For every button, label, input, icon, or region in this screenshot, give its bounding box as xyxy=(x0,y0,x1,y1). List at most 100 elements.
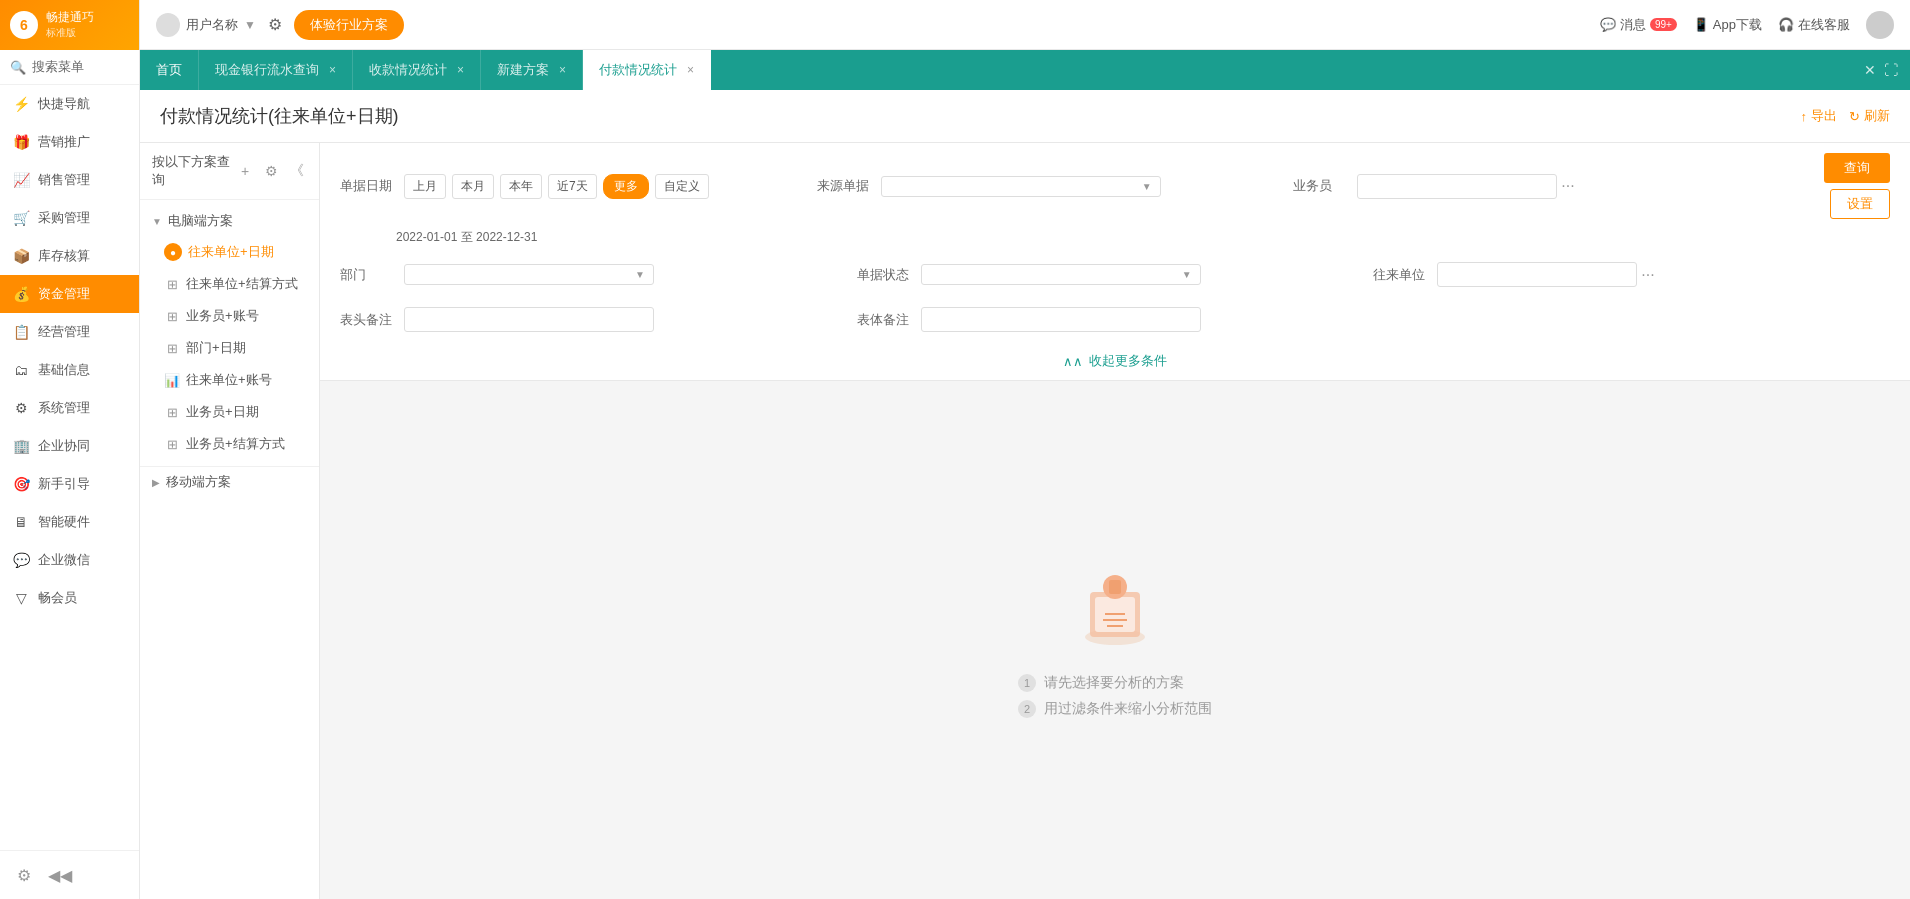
scheme-item-staff-settle[interactable]: ⊞ 业务员+结算方式 xyxy=(140,428,319,460)
scheme-item-partner-date[interactable]: ● 往来单位+日期 xyxy=(140,236,319,268)
sidebar-item-system[interactable]: ⚙ 系统管理 xyxy=(0,389,139,427)
scheme-settings-btn[interactable]: ⚙ xyxy=(261,161,281,181)
filter-voucher-select[interactable]: ▼ xyxy=(921,264,1201,285)
tab-new-scheme-close[interactable]: × xyxy=(559,63,566,77)
search-icon: 🔍 xyxy=(10,60,26,75)
tab-payment-stats-close[interactable]: × xyxy=(687,63,694,77)
sidebar-item-operation[interactable]: 📋 经营管理 xyxy=(0,313,139,351)
sidebar-item-label: 基础信息 xyxy=(38,361,90,379)
tab-receipt-stats-close[interactable]: × xyxy=(457,63,464,77)
search-menu[interactable]: 🔍 搜索菜单 xyxy=(0,50,139,85)
filter-partner-label: 往来单位 xyxy=(1373,266,1429,284)
marketing-icon: 🎁 xyxy=(12,133,30,151)
filter-staff-input[interactable] xyxy=(1357,174,1557,199)
query-btn[interactable]: 查询 xyxy=(1824,153,1890,183)
online-service-btn[interactable]: 🎧 在线客服 xyxy=(1778,16,1850,34)
tab-home-label: 首页 xyxy=(156,61,182,79)
filter-dept-section: 部门 ▼ xyxy=(340,264,857,285)
scheme-item-label: 往来单位+日期 xyxy=(188,243,274,261)
sidebar-item-vip[interactable]: ▽ 畅会员 xyxy=(0,579,139,617)
filter-settings-btn[interactable]: 设置 xyxy=(1830,189,1890,219)
sidebar-item-hardware[interactable]: 🖥 智能硬件 xyxy=(0,503,139,541)
filter-partner-input[interactable] xyxy=(1437,262,1637,287)
refresh-btn[interactable]: ↻ 刷新 xyxy=(1849,107,1890,125)
scheme-add-btn[interactable]: + xyxy=(235,161,255,181)
sidebar-item-finance[interactable]: 💰 资金管理 xyxy=(0,275,139,313)
scheme-group-desktop-header[interactable]: ▼ 电脑端方案 xyxy=(140,206,319,236)
date-btn-7days[interactable]: 近7天 xyxy=(548,174,597,199)
page-title: 付款情况统计(往来单位+日期) xyxy=(160,104,399,128)
filter-container: 单据日期 上月 本月 本年 近7天 更多 自定义 xyxy=(320,143,1910,381)
filter-body-note-input[interactable] xyxy=(921,307,1201,332)
trial-btn[interactable]: 体验行业方案 xyxy=(294,10,404,40)
tab-fullscreen-btn[interactable]: ⛶ xyxy=(1884,62,1898,78)
scheme-item-partner-settle[interactable]: ⊞ 往来单位+结算方式 xyxy=(140,268,319,300)
filter-actions: 查询 设置 xyxy=(1770,153,1890,219)
scheme-mobile-group-header[interactable]: ▶ 移动端方案 xyxy=(140,466,319,497)
filter-date-btns: 上月 本月 本年 近7天 更多 自定义 xyxy=(404,174,709,199)
scheme-collapse-btn[interactable]: 《 xyxy=(287,161,307,181)
sidebar-item-sales[interactable]: 📈 销售管理 xyxy=(0,161,139,199)
sidebar: 6 畅捷通巧 标准版 🔍 搜索菜单 ⚡ 快捷导航 🎁 营销推广 📈 销售管理 🛒… xyxy=(0,0,140,899)
tab-receipt-stats[interactable]: 收款情况统计 × xyxy=(353,50,481,90)
export-btn[interactable]: ↑ 导出 xyxy=(1801,107,1838,125)
page-content: 付款情况统计(往来单位+日期) ↑ 导出 ↻ 刷新 按以下方案查询 xyxy=(140,90,1910,899)
scheme-item-partner-account[interactable]: 📊 往来单位+账号 xyxy=(140,364,319,396)
sidebar-item-quick-nav[interactable]: ⚡ 快捷导航 xyxy=(0,85,139,123)
date-btn-this-year[interactable]: 本年 xyxy=(500,174,542,199)
date-btn-more[interactable]: 更多 xyxy=(603,174,649,199)
filter-source-select[interactable]: ▼ xyxy=(881,176,1161,197)
date-btn-last-month[interactable]: 上月 xyxy=(404,174,446,199)
sidebar-item-base-info[interactable]: 🗂 基础信息 xyxy=(0,351,139,389)
filter-staff-dots-icon[interactable]: ··· xyxy=(1561,177,1574,195)
svg-rect-4 xyxy=(1109,580,1121,594)
sidebar-item-marketing[interactable]: 🎁 营销推广 xyxy=(0,123,139,161)
empty-tip-2: 2 用过滤条件来缩小分析范围 xyxy=(1018,700,1212,718)
collapse-more-conditions-btn[interactable]: ∧∧ 收起更多条件 xyxy=(320,342,1910,380)
sidebar-item-purchase[interactable]: 🛒 采购管理 xyxy=(0,199,139,237)
messages-btn[interactable]: 💬 消息 99+ xyxy=(1600,16,1677,34)
page-actions: ↑ 导出 ↻ 刷新 xyxy=(1801,107,1891,125)
filter-dept-select[interactable]: ▼ xyxy=(404,264,654,285)
filter-header-note-input[interactable] xyxy=(404,307,654,332)
sidebar-item-inventory[interactable]: 📦 库存核算 xyxy=(0,237,139,275)
topbar-settings-icon[interactable]: ⚙ xyxy=(268,15,282,34)
scheme-item-table-icon: ⊞ xyxy=(164,436,180,452)
topbar-user-pic[interactable] xyxy=(1866,11,1894,39)
filter-voucher-label: 单据状态 xyxy=(857,266,913,284)
tab-home[interactable]: 首页 xyxy=(140,50,199,90)
refresh-label: 刷新 xyxy=(1864,107,1890,125)
topbar-user[interactable]: 用户名称 ▼ xyxy=(156,13,256,37)
tab-payment-stats[interactable]: 付款情况统计 × xyxy=(583,50,711,90)
scheme-desktop-group: ▼ 电脑端方案 ● 往来单位+日期 ⊞ 往来单位+结算方式 ⊞ xyxy=(140,200,319,466)
filter-row-1: 单据日期 上月 本月 本年 近7天 更多 自定义 xyxy=(320,143,1910,229)
date-btn-this-month[interactable]: 本月 xyxy=(452,174,494,199)
footer-settings-btn[interactable]: ⚙ xyxy=(10,861,38,889)
online-service-label: 在线客服 xyxy=(1798,16,1850,34)
app-download-btn[interactable]: 📱 App下载 xyxy=(1693,16,1762,34)
sidebar-item-label: 经营管理 xyxy=(38,323,90,341)
service-icon: 🎧 xyxy=(1778,17,1794,32)
footer-collapse-btn[interactable]: ◀◀ xyxy=(46,861,74,889)
sidebar-item-guide[interactable]: 🎯 新手引导 xyxy=(0,465,139,503)
tab-bank-flow[interactable]: 现金银行流水查询 × xyxy=(199,50,353,90)
sidebar-item-label: 采购管理 xyxy=(38,209,90,227)
messages-label: 消息 xyxy=(1620,16,1646,34)
scheme-item-staff-date[interactable]: ⊞ 业务员+日期 xyxy=(140,396,319,428)
tab-bank-flow-close[interactable]: × xyxy=(329,63,336,77)
tab-new-scheme[interactable]: 新建方案 × xyxy=(481,50,583,90)
date-btn-custom[interactable]: 自定义 xyxy=(655,174,709,199)
scheme-item-dept-date[interactable]: ⊞ 部门+日期 xyxy=(140,332,319,364)
wechat-icon: 💬 xyxy=(12,551,30,569)
sidebar-item-enterprise[interactable]: 🏢 企业协同 xyxy=(0,427,139,465)
sales-icon: 📈 xyxy=(12,171,30,189)
filter-partner-dots-icon[interactable]: ··· xyxy=(1641,266,1654,284)
sidebar-item-label: 新手引导 xyxy=(38,475,90,493)
scheme-item-staff-account[interactable]: ⊞ 业务员+账号 xyxy=(140,300,319,332)
tab-close-all-btn[interactable]: ✕ xyxy=(1864,62,1876,78)
sidebar-item-wechat[interactable]: 💬 企业微信 xyxy=(0,541,139,579)
filter-voucher-section: 单据状态 ▼ xyxy=(857,264,1374,285)
filter-partner-section: 往来单位 ··· xyxy=(1373,262,1890,287)
scheme-item-table-icon: ⊞ xyxy=(164,308,180,324)
filter-row-2: 部门 ▼ 单据状态 ▼ xyxy=(320,252,1910,297)
